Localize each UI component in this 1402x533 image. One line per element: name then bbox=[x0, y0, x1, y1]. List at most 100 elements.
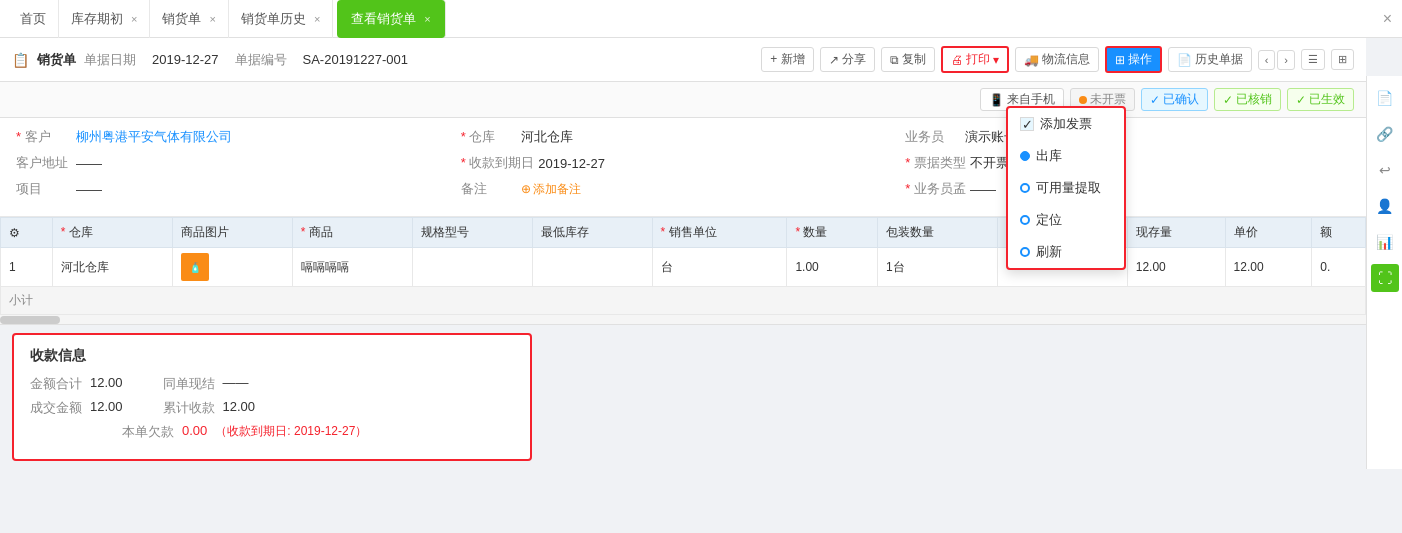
add-note-btn[interactable]: ⊕ 添加备注 bbox=[521, 181, 581, 198]
share-button[interactable]: ↗ 分享 bbox=[820, 47, 875, 72]
operations-button[interactable]: ⊞ 操作 bbox=[1105, 46, 1162, 73]
tab-view-sales-close[interactable]: × bbox=[424, 13, 430, 25]
tab-sales-close[interactable]: × bbox=[209, 13, 215, 25]
current-due-field: 本单欠款 bbox=[30, 423, 82, 441]
toolbar-nav: ‹ › bbox=[1258, 50, 1295, 70]
copy-button[interactable]: ⧉ 复制 bbox=[881, 47, 935, 72]
history-button[interactable]: 📄 历史单据 bbox=[1168, 47, 1252, 72]
col-product: * 商品 bbox=[292, 218, 412, 248]
row-unit: 台 bbox=[652, 248, 787, 287]
due-date-field: * 收款到期日 2019-12-27 bbox=[461, 154, 906, 172]
add-invoice-label: 添加发票 bbox=[1040, 115, 1092, 133]
note-field: 备注 ⊕ 添加备注 bbox=[461, 180, 906, 198]
tab-sales[interactable]: 销货单 × bbox=[150, 0, 228, 38]
table-scrollbar[interactable] bbox=[0, 315, 1366, 325]
confirm-badge[interactable]: ✓ 已确认 bbox=[1141, 88, 1208, 111]
tab-sales-label: 销货单 bbox=[162, 10, 201, 28]
col-settings[interactable]: ⚙ bbox=[1, 218, 53, 248]
row-product: 嗝嗝嗝嗝 bbox=[292, 248, 412, 287]
total-label: 金额合计 bbox=[30, 375, 82, 393]
sidebar-icon-return[interactable]: ↩ bbox=[1371, 156, 1399, 184]
same-order-field: 同单现结 —— bbox=[163, 375, 249, 393]
tab-home-label: 首页 bbox=[20, 10, 46, 28]
menu-add-invoice[interactable]: ✓ 添加发票 bbox=[1008, 108, 1124, 140]
subtotal-row: 小计 bbox=[1, 287, 1366, 315]
list-view-button[interactable]: ☰ bbox=[1301, 49, 1325, 70]
close-all-btn[interactable]: × bbox=[1383, 10, 1392, 28]
project-value: —— bbox=[76, 182, 102, 197]
available-extract-dot bbox=[1020, 183, 1030, 193]
toolbar-actions: + 新增 ↗ 分享 ⧉ 复制 🖨 打印 ▾ 🚚 物流信息 bbox=[761, 46, 1354, 73]
payment-title: 收款信息 bbox=[30, 347, 514, 365]
phone-icon: 📱 bbox=[989, 93, 1004, 107]
share-icon: ↗ bbox=[829, 53, 839, 67]
customer-value[interactable]: 柳州粤港平安气体有限公司 bbox=[76, 128, 232, 146]
table-wrapper: ⚙ * 仓库 商品图片 * 商品 规格型号 最低库存 * 销售单位 * 数量 包… bbox=[0, 217, 1366, 325]
address-label: 客户地址 bbox=[16, 154, 72, 172]
transaction-value: 12.00 bbox=[90, 399, 123, 417]
sidebar-icon-link[interactable]: 🔗 bbox=[1371, 120, 1399, 148]
staff-label: 业务员 bbox=[905, 128, 961, 146]
col-unit: * 销售单位 bbox=[652, 218, 787, 248]
row-stock: 12.00 bbox=[1127, 248, 1225, 287]
cumulative-field: 累计收款 12.00 bbox=[163, 399, 256, 417]
sidebar-icon-chart[interactable]: 📊 bbox=[1371, 228, 1399, 256]
effective-label: 已生效 bbox=[1309, 91, 1345, 108]
col-stock: 现存量 bbox=[1127, 218, 1225, 248]
tab-inventory-close[interactable]: × bbox=[131, 13, 137, 25]
confirm-icon: ✓ bbox=[1150, 93, 1160, 107]
table-row: 1 河北仓库 🧴 嗝嗝嗝嗝 台 1.00 1台 12.00 12.00 bbox=[1, 248, 1366, 287]
confirm-label: 已确认 bbox=[1163, 91, 1199, 108]
transaction-field: 成交金额 12.00 bbox=[30, 399, 123, 417]
prev-button[interactable]: ‹ bbox=[1258, 50, 1276, 70]
print-label: 打印 bbox=[966, 51, 990, 68]
voided-icon: ✓ bbox=[1223, 93, 1233, 107]
ticket-type-field: * 票据类型 不开票 bbox=[905, 154, 1350, 172]
tab-sales-history[interactable]: 销货单历史 × bbox=[229, 0, 333, 38]
sidebar-icon-expand[interactable]: ⛶ bbox=[1371, 264, 1399, 292]
menu-available-extract[interactable]: 可用量提取 bbox=[1008, 172, 1124, 204]
menu-locate[interactable]: 定位 bbox=[1008, 204, 1124, 236]
customer-label: * 客户 bbox=[16, 128, 72, 146]
tab-bar: 首页 库存期初 × 销货单 × 销货单历史 × 查看销货单 × × bbox=[0, 0, 1402, 38]
tab-sales-history-close[interactable]: × bbox=[314, 13, 320, 25]
tab-view-sales[interactable]: 查看销货单 × bbox=[337, 0, 445, 38]
print-button[interactable]: 🖨 打印 ▾ bbox=[941, 46, 1009, 73]
outbound-dot bbox=[1020, 151, 1030, 161]
row-unit-price: 12.00 bbox=[1225, 248, 1312, 287]
menu-outbound[interactable]: 出库 bbox=[1008, 140, 1124, 172]
staff2-label: * 业务员孟 bbox=[905, 180, 966, 198]
copy-label: 复制 bbox=[902, 51, 926, 68]
col-pack-qty: 包装数量 bbox=[877, 218, 997, 248]
items-table: ⚙ * 仓库 商品图片 * 商品 规格型号 最低库存 * 销售单位 * 数量 包… bbox=[0, 217, 1366, 315]
logistics-button[interactable]: 🚚 物流信息 bbox=[1015, 47, 1099, 72]
new-button[interactable]: + 新增 bbox=[761, 47, 813, 72]
tab-sales-history-label: 销货单历史 bbox=[241, 10, 306, 28]
payment-row-3: 本单欠款 本单欠款 0.00 （收款到期日: 2019-12-27） bbox=[30, 423, 514, 441]
effective-badge[interactable]: ✓ 已生效 bbox=[1287, 88, 1354, 111]
tab-inventory[interactable]: 库存期初 × bbox=[59, 0, 150, 38]
operations-dropdown: ✓ 添加发票 出库 可用量提取 定位 刷新 bbox=[1006, 106, 1126, 270]
row-amount: 0. bbox=[1312, 248, 1366, 287]
next-button[interactable]: › bbox=[1277, 50, 1295, 70]
col-amount: 额 bbox=[1312, 218, 1366, 248]
grid-view-button[interactable]: ⊞ bbox=[1331, 49, 1354, 70]
due-value: 0.00 bbox=[182, 423, 207, 441]
due-note: （收款到期日: 2019-12-27） bbox=[215, 423, 367, 441]
menu-refresh[interactable]: 刷新 bbox=[1008, 236, 1124, 268]
scroll-thumb bbox=[0, 316, 60, 324]
sidebar-icon-doc[interactable]: 📄 bbox=[1371, 84, 1399, 112]
col-spec: 规格型号 bbox=[412, 218, 532, 248]
add-invoice-checkbox[interactable]: ✓ bbox=[1020, 117, 1034, 131]
staff2-value: —— bbox=[970, 182, 996, 197]
logistics-label: 物流信息 bbox=[1042, 51, 1090, 68]
address-field: 客户地址 —— bbox=[16, 154, 461, 172]
col-product-image: 商品图片 bbox=[172, 218, 292, 248]
tab-home[interactable]: 首页 bbox=[8, 0, 59, 38]
effective-icon: ✓ bbox=[1296, 93, 1306, 107]
sidebar-icon-user[interactable]: 👤 bbox=[1371, 192, 1399, 220]
number-value: SA-20191227-001 bbox=[303, 52, 409, 67]
same-order-value: —— bbox=[223, 375, 249, 393]
due-field: 本单欠款 0.00 （收款到期日: 2019-12-27） bbox=[122, 423, 367, 441]
voided-badge[interactable]: ✓ 已核销 bbox=[1214, 88, 1281, 111]
